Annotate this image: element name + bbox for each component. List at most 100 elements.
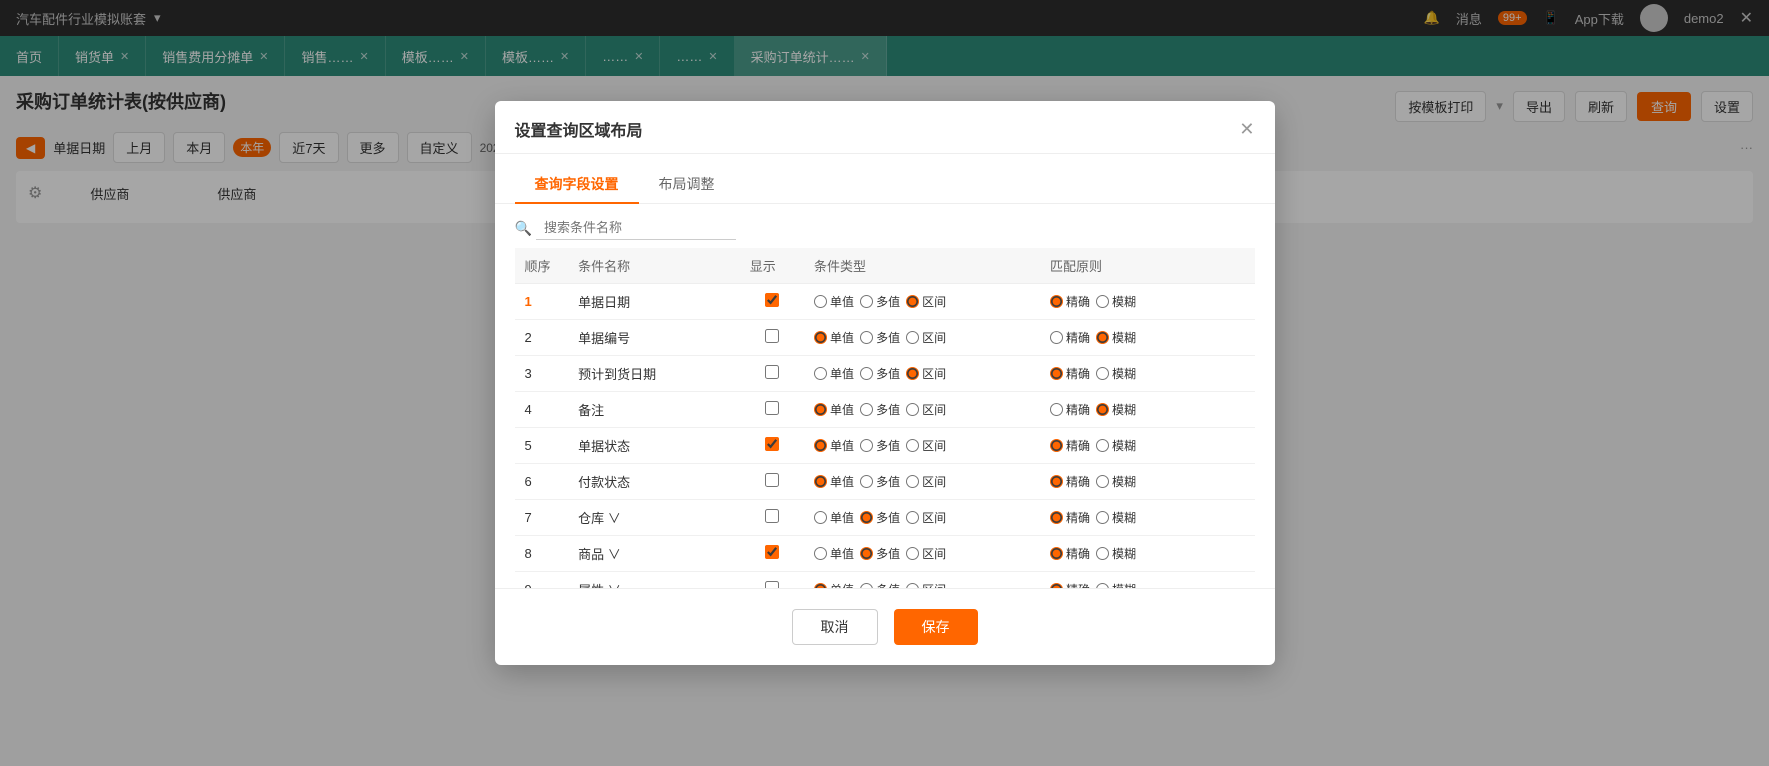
type-radio-单值[interactable]	[814, 367, 827, 380]
type-radio-多值[interactable]	[860, 367, 873, 380]
type-radio-区间[interactable]	[906, 475, 919, 488]
match-option-精确[interactable]: 精确	[1050, 401, 1090, 418]
type-radio-多值[interactable]	[860, 439, 873, 452]
match-option-精确[interactable]: 精确	[1050, 581, 1090, 588]
type-option-多值[interactable]: 多值	[860, 473, 900, 490]
match-radio-精确[interactable]	[1050, 547, 1063, 560]
match-option-精确[interactable]: 精确	[1050, 545, 1090, 562]
modal-close-button[interactable]: ✕	[1239, 120, 1254, 138]
match-radio-精确[interactable]	[1050, 475, 1063, 488]
type-radio-区间[interactable]	[906, 511, 919, 524]
type-option-区间[interactable]: 区间	[906, 437, 946, 454]
match-radio-模糊[interactable]	[1096, 367, 1109, 380]
type-option-单值[interactable]: 单值	[814, 581, 854, 588]
type-radio-多值[interactable]	[860, 403, 873, 416]
type-radio-单值[interactable]	[814, 331, 827, 344]
type-option-区间[interactable]: 区间	[906, 545, 946, 562]
match-radio-模糊[interactable]	[1096, 511, 1109, 524]
match-radio-模糊[interactable]	[1096, 547, 1109, 560]
show-checkbox[interactable]	[765, 509, 779, 523]
match-radio-模糊[interactable]	[1096, 475, 1109, 488]
show-checkbox[interactable]	[765, 473, 779, 487]
type-option-单值[interactable]: 单值	[814, 365, 854, 382]
cancel-button[interactable]: 取消	[792, 609, 878, 645]
match-option-精确[interactable]: 精确	[1050, 365, 1090, 382]
type-option-区间[interactable]: 区间	[906, 473, 946, 490]
type-radio-区间[interactable]	[906, 295, 919, 308]
type-option-多值[interactable]: 多值	[860, 581, 900, 588]
type-radio-区间[interactable]	[906, 331, 919, 344]
type-option-单值[interactable]: 单值	[814, 473, 854, 490]
type-option-单值[interactable]: 单值	[814, 401, 854, 418]
type-radio-区间[interactable]	[906, 547, 919, 560]
match-option-模糊[interactable]: 模糊	[1096, 473, 1136, 490]
match-option-精确[interactable]: 精确	[1050, 473, 1090, 490]
type-option-多值[interactable]: 多值	[860, 293, 900, 310]
type-option-多值[interactable]: 多值	[860, 545, 900, 562]
show-checkbox[interactable]	[765, 545, 779, 559]
type-option-单值[interactable]: 单值	[814, 545, 854, 562]
type-radio-多值[interactable]	[860, 547, 873, 560]
type-option-单值[interactable]: 单值	[814, 329, 854, 346]
match-radio-精确[interactable]	[1050, 511, 1063, 524]
type-radio-多值[interactable]	[860, 475, 873, 488]
match-radio-精确[interactable]	[1050, 295, 1063, 308]
type-option-区间[interactable]: 区间	[906, 365, 946, 382]
show-checkbox[interactable]	[765, 437, 779, 451]
match-option-模糊[interactable]: 模糊	[1096, 437, 1136, 454]
match-radio-精确[interactable]	[1050, 403, 1063, 416]
tab-query-fields[interactable]: 查询字段设置	[515, 166, 639, 204]
show-checkbox[interactable]	[765, 401, 779, 415]
type-option-单值[interactable]: 单值	[814, 437, 854, 454]
type-radio-单值[interactable]	[814, 439, 827, 452]
match-radio-模糊[interactable]	[1096, 439, 1109, 452]
show-checkbox[interactable]	[765, 329, 779, 343]
type-radio-单值[interactable]	[814, 547, 827, 560]
match-option-模糊[interactable]: 模糊	[1096, 509, 1136, 526]
show-checkbox[interactable]	[765, 581, 779, 588]
type-radio-单值[interactable]	[814, 403, 827, 416]
match-option-模糊[interactable]: 模糊	[1096, 545, 1136, 562]
match-radio-模糊[interactable]	[1096, 295, 1109, 308]
match-radio-精确[interactable]	[1050, 331, 1063, 344]
show-checkbox[interactable]	[765, 293, 779, 307]
tab-layout-adjust[interactable]: 布局调整	[639, 166, 735, 204]
type-radio-多值[interactable]	[860, 295, 873, 308]
match-option-模糊[interactable]: 模糊	[1096, 401, 1136, 418]
match-radio-精确[interactable]	[1050, 439, 1063, 452]
type-option-区间[interactable]: 区间	[906, 401, 946, 418]
match-option-精确[interactable]: 精确	[1050, 293, 1090, 310]
type-option-区间[interactable]: 区间	[906, 509, 946, 526]
type-option-单值[interactable]: 单值	[814, 293, 854, 310]
type-option-区间[interactable]: 区间	[906, 329, 946, 346]
match-option-模糊[interactable]: 模糊	[1096, 581, 1136, 588]
type-option-多值[interactable]: 多值	[860, 509, 900, 526]
type-radio-单值[interactable]	[814, 295, 827, 308]
type-option-多值[interactable]: 多值	[860, 437, 900, 454]
type-radio-多值[interactable]	[860, 331, 873, 344]
type-option-区间[interactable]: 区间	[906, 581, 946, 588]
type-option-单值[interactable]: 单值	[814, 509, 854, 526]
match-option-模糊[interactable]: 模糊	[1096, 365, 1136, 382]
match-radio-模糊[interactable]	[1096, 331, 1109, 344]
type-option-多值[interactable]: 多值	[860, 329, 900, 346]
type-radio-多值[interactable]	[860, 511, 873, 524]
type-option-区间[interactable]: 区间	[906, 293, 946, 310]
type-radio-单值[interactable]	[814, 475, 827, 488]
type-option-多值[interactable]: 多值	[860, 365, 900, 382]
save-button[interactable]: 保存	[894, 609, 978, 645]
match-option-模糊[interactable]: 模糊	[1096, 293, 1136, 310]
type-option-多值[interactable]: 多值	[860, 401, 900, 418]
show-checkbox[interactable]	[765, 365, 779, 379]
match-option-精确[interactable]: 精确	[1050, 329, 1090, 346]
type-radio-区间[interactable]	[906, 367, 919, 380]
match-option-精确[interactable]: 精确	[1050, 437, 1090, 454]
match-option-精确[interactable]: 精确	[1050, 509, 1090, 526]
type-radio-区间[interactable]	[906, 403, 919, 416]
match-radio-模糊[interactable]	[1096, 403, 1109, 416]
match-option-模糊[interactable]: 模糊	[1096, 329, 1136, 346]
match-radio-精确[interactable]	[1050, 367, 1063, 380]
type-radio-区间[interactable]	[906, 439, 919, 452]
search-input[interactable]	[536, 216, 736, 240]
type-radio-单值[interactable]	[814, 511, 827, 524]
